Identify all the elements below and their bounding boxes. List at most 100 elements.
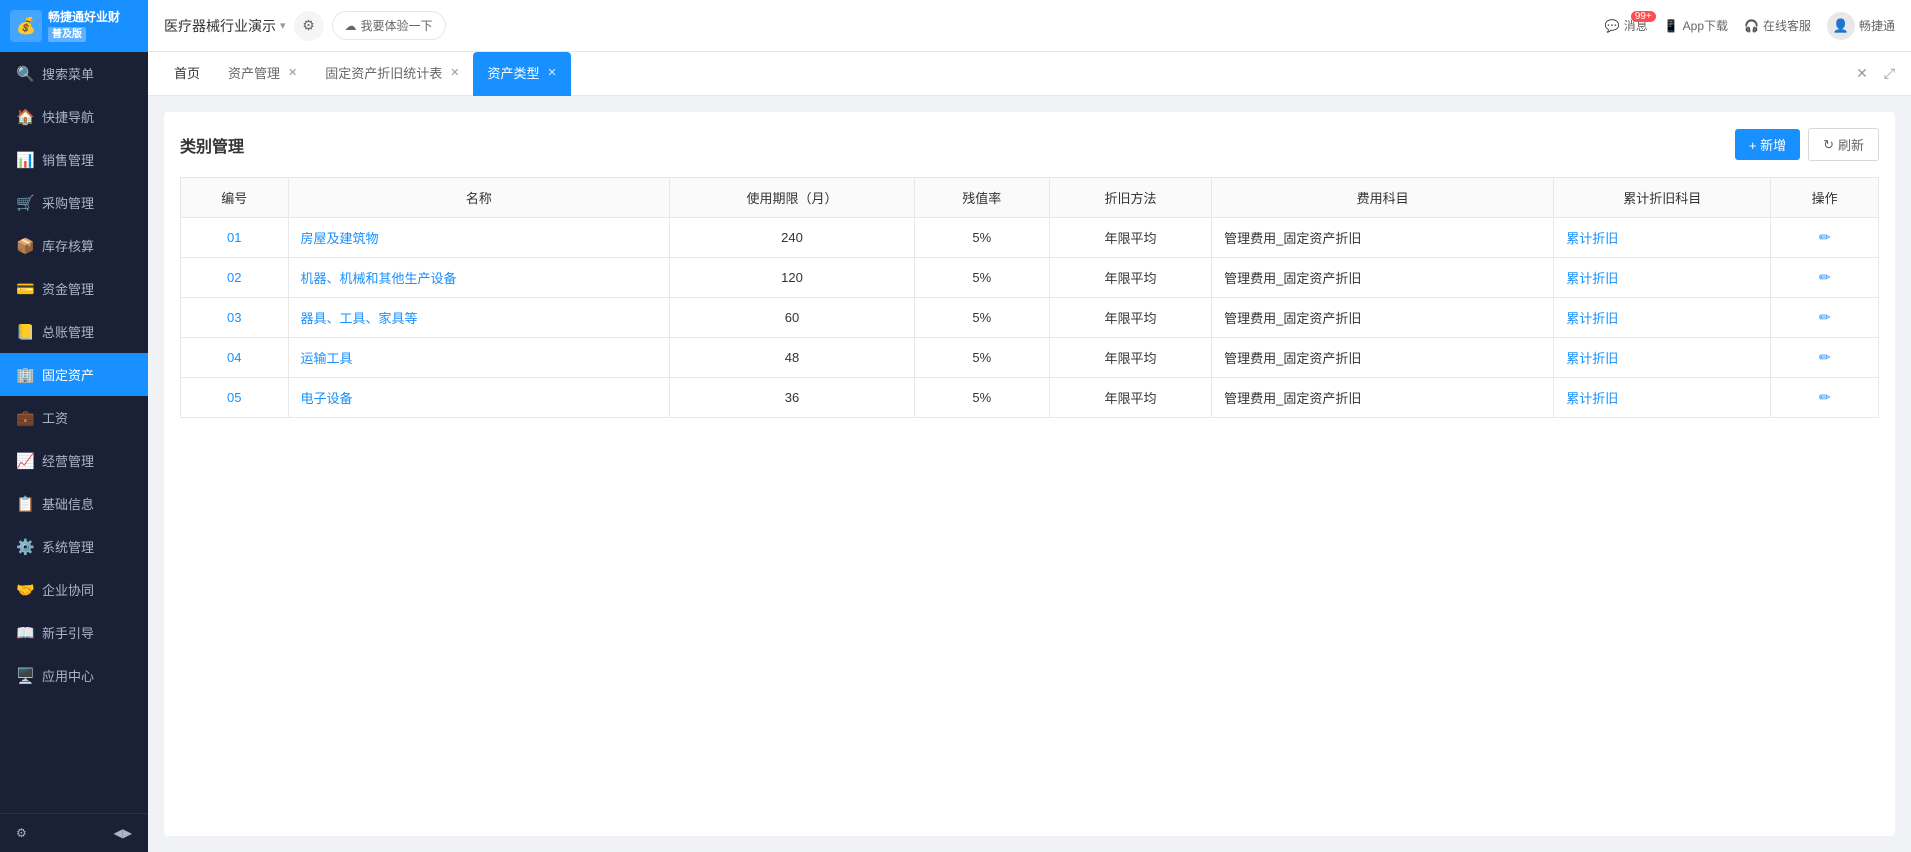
refresh-btn[interactable]: ↻ 刷新	[1808, 128, 1879, 161]
tab-close-depreciation[interactable]: ✕	[450, 66, 459, 79]
sidebar-item-beginner[interactable]: 📖 新手引导	[0, 611, 148, 654]
tab-close-asset-mgmt[interactable]: ✕	[288, 66, 297, 79]
collapse-btn[interactable]: ◀▶	[110, 822, 136, 844]
accum-link[interactable]: 累计折旧	[1566, 351, 1618, 366]
cell-name: 器具、工具、家具等	[288, 298, 670, 338]
edit-icon[interactable]: ✏	[1819, 349, 1831, 365]
clipboard-icon: 📋	[16, 495, 34, 513]
edit-icon[interactable]: ✏	[1819, 389, 1831, 405]
name-link[interactable]: 机器、机械和其他生产设备	[301, 271, 457, 286]
cell-expense-subject: 管理费用_固定资产折旧	[1212, 218, 1554, 258]
book-icon: 📒	[16, 323, 34, 341]
tab-home[interactable]: 首页	[160, 52, 214, 96]
code-link[interactable]: 03	[227, 310, 241, 325]
cell-name: 机器、机械和其他生产设备	[288, 258, 670, 298]
cell-action: ✏	[1771, 218, 1879, 258]
cell-method: 年限平均	[1049, 218, 1211, 258]
message-icon: 💬	[1605, 19, 1620, 33]
gear-icon: ⚙️	[16, 538, 34, 556]
customer-service-action[interactable]: 🎧 在线客服	[1744, 17, 1811, 34]
sidebar-nav: 🔍 搜索菜单 🏠 快捷导航 📊 销售管理 🛒 采购管理 📦 库存核算 💳 资金管…	[0, 52, 148, 813]
content-area: 类别管理 + 新增 ↻ 刷新 编号 名称 使用期限（月） 残值率	[148, 96, 1911, 852]
cell-method: 年限平均	[1049, 258, 1211, 298]
sidebar-item-ledger[interactable]: 📒 总账管理	[0, 310, 148, 353]
sidebar-item-biz-mgmt[interactable]: 📈 经营管理	[0, 439, 148, 482]
accum-link[interactable]: 累计折旧	[1566, 311, 1618, 326]
messages-action[interactable]: 💬 消息 99+	[1605, 17, 1648, 34]
cell-accum-subject: 累计折旧	[1554, 218, 1771, 258]
code-link[interactable]: 01	[227, 230, 241, 245]
sidebar-item-enterprise[interactable]: 🤝 企业协同	[0, 568, 148, 611]
cell-period: 36	[670, 378, 915, 418]
accum-link[interactable]: 累计折旧	[1566, 271, 1618, 286]
main-area: 医疗器械行业演示 ▾ ⚙ ☁ 我要体验一下 💬 消息 99+ 📱 App下载 🎧…	[148, 0, 1911, 852]
refresh-icon: ↻	[1823, 137, 1834, 153]
sidebar-item-quick-nav[interactable]: 🏠 快捷导航	[0, 95, 148, 138]
code-link[interactable]: 02	[227, 270, 241, 285]
col-header-period: 使用期限（月）	[670, 178, 915, 218]
cell-residual: 5%	[914, 378, 1049, 418]
app-logo: 💰 畅捷通好业财 普及版	[0, 0, 148, 52]
cell-accum-subject: 累计折旧	[1554, 258, 1771, 298]
cell-period: 60	[670, 298, 915, 338]
close-tab-btn[interactable]: ✕	[1852, 61, 1872, 86]
sidebar-item-basic-info[interactable]: 📋 基础信息	[0, 482, 148, 525]
tab-close-asset-type[interactable]: ✕	[548, 66, 557, 79]
sidebar-item-payroll[interactable]: 💼 工资	[0, 396, 148, 439]
logo-text: 畅捷通好业财 普及版	[48, 10, 120, 43]
page-title: 类别管理	[180, 133, 244, 157]
cell-code: 03	[181, 298, 289, 338]
cell-code: 05	[181, 378, 289, 418]
col-header-method: 折旧方法	[1049, 178, 1211, 218]
sidebar-item-sys-mgmt[interactable]: ⚙️ 系统管理	[0, 525, 148, 568]
sidebar-item-inventory[interactable]: 📦 库存核算	[0, 224, 148, 267]
company-settings-btn[interactable]: ⚙	[294, 11, 324, 41]
cell-code: 02	[181, 258, 289, 298]
edit-icon[interactable]: ✏	[1819, 269, 1831, 285]
accum-link[interactable]: 累计折旧	[1566, 231, 1618, 246]
sidebar-item-fixed-asset[interactable]: 🏢 固定资产	[0, 353, 148, 396]
topbar: 医疗器械行业演示 ▾ ⚙ ☁ 我要体验一下 💬 消息 99+ 📱 App下载 🎧…	[148, 0, 1911, 52]
home-icon: 🏠	[16, 108, 34, 126]
sidebar-item-sales[interactable]: 📊 销售管理	[0, 138, 148, 181]
code-link[interactable]: 05	[227, 390, 241, 405]
code-link[interactable]: 04	[227, 350, 241, 365]
building-icon: 🏢	[16, 366, 34, 384]
cell-accum-subject: 累计折旧	[1554, 338, 1771, 378]
tab-asset-type[interactable]: 资产类型 ✕	[473, 52, 570, 96]
cell-period: 120	[670, 258, 915, 298]
cell-residual: 5%	[914, 298, 1049, 338]
name-link[interactable]: 运输工具	[301, 351, 353, 366]
tab-asset-mgmt[interactable]: 资产管理 ✕	[214, 52, 311, 96]
cell-expense-subject: 管理费用_固定资产折旧	[1212, 298, 1554, 338]
sidebar-item-fund[interactable]: 💳 资金管理	[0, 267, 148, 310]
page-actions: + 新增 ↻ 刷新	[1735, 128, 1879, 161]
briefcase-icon: 💼	[16, 409, 34, 427]
accum-link[interactable]: 累计折旧	[1566, 391, 1618, 406]
card-icon: 💳	[16, 280, 34, 298]
cell-expense-subject: 管理费用_固定资产折旧	[1212, 378, 1554, 418]
sidebar-item-purchase[interactable]: 🛒 采购管理	[0, 181, 148, 224]
cell-expense-subject: 管理费用_固定资产折旧	[1212, 338, 1554, 378]
phone-icon: 📱	[1664, 19, 1679, 33]
sidebar-item-search[interactable]: 🔍 搜索菜单	[0, 52, 148, 95]
new-btn[interactable]: + 新增	[1735, 129, 1800, 160]
name-link[interactable]: 房屋及建筑物	[301, 231, 379, 246]
edit-icon[interactable]: ✏	[1819, 309, 1831, 325]
tab-depreciation[interactable]: 固定资产折旧统计表 ✕	[311, 52, 473, 96]
sidebar-item-app-center[interactable]: 🖥️ 应用中心	[0, 654, 148, 697]
settings-bottom-btn[interactable]: ⚙	[12, 822, 31, 844]
cell-expense-subject: 管理费用_固定资产折旧	[1212, 258, 1554, 298]
app-download-action[interactable]: 📱 App下载	[1664, 17, 1728, 34]
user-action[interactable]: 👤 畅捷通	[1827, 12, 1895, 40]
cell-accum-subject: 累计折旧	[1554, 378, 1771, 418]
name-link[interactable]: 电子设备	[301, 391, 353, 406]
name-link[interactable]: 器具、工具、家具等	[301, 311, 418, 326]
experience-btn[interactable]: ☁ 我要体验一下	[332, 11, 446, 40]
table-row: 03 器具、工具、家具等 60 5% 年限平均 管理费用_固定资产折旧 累计折旧…	[181, 298, 1879, 338]
expand-tab-btn[interactable]: ⤢	[1880, 61, 1899, 86]
handshake-icon: 🤝	[16, 581, 34, 599]
edit-icon[interactable]: ✏	[1819, 229, 1831, 245]
cell-action: ✏	[1771, 338, 1879, 378]
company-name[interactable]: 医疗器械行业演示 ▾	[164, 16, 286, 36]
